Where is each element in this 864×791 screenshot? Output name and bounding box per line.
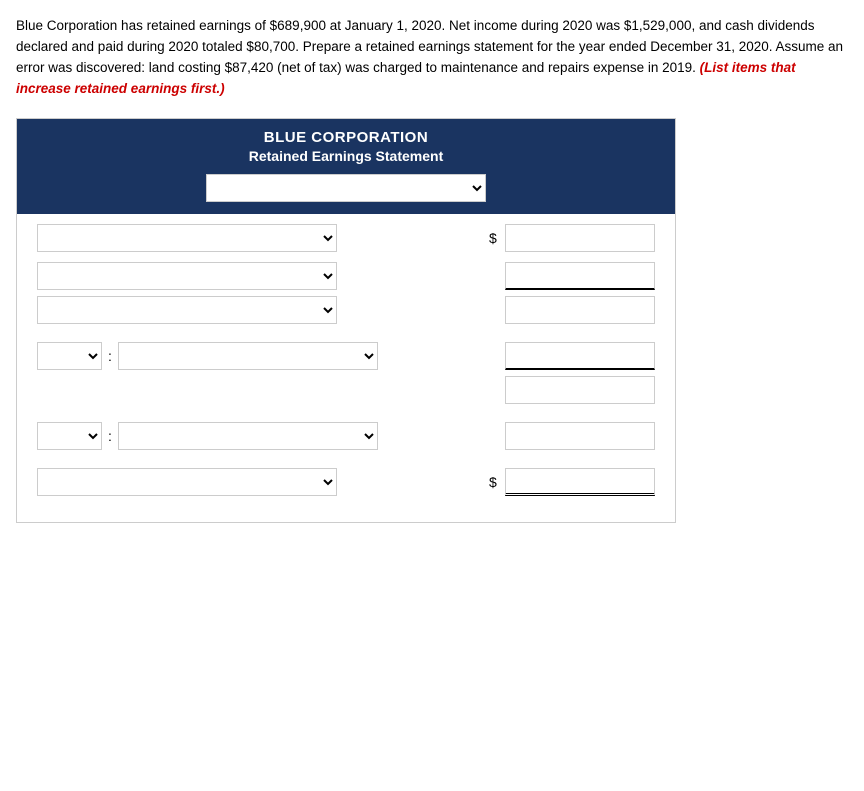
row7-dollar: $: [489, 474, 501, 490]
row2-right: $: [489, 262, 655, 290]
row6-wide-select[interactable]: Prior period adjustment Correction of er…: [118, 422, 378, 450]
row5-input[interactable]: [505, 376, 655, 404]
row2-select[interactable]: Net Income Prior Period Adjustment Divid…: [37, 262, 337, 290]
row2-input[interactable]: [505, 262, 655, 290]
row1-select[interactable]: Retained Earnings, January 1 Net Income …: [37, 224, 337, 252]
form-row-3: Net Income Prior Period Adjustment Divid…: [37, 296, 655, 324]
row6-small-select[interactable]: Add Less: [37, 422, 102, 450]
form-row-2: Net Income Prior Period Adjustment Divid…: [37, 262, 655, 290]
row6-right: $: [489, 422, 655, 450]
row4-input[interactable]: [505, 342, 655, 370]
row1-right: $: [489, 224, 655, 252]
row4-right: $: [489, 342, 655, 370]
row3-input[interactable]: [505, 296, 655, 324]
form-row-5: $: [37, 376, 655, 404]
company-name: BLUE CORPORATION: [17, 129, 675, 146]
row1-input[interactable]: [505, 224, 655, 252]
row1-dollar: $: [489, 230, 501, 246]
form-row-6: Add Less : Prior period adjustment Corre…: [37, 422, 655, 450]
row4-small-select[interactable]: Add Less: [37, 342, 102, 370]
row4-colon: :: [108, 348, 112, 364]
statement-body: Retained Earnings, January 1 Net Income …: [17, 214, 675, 522]
row3-right: $: [489, 296, 655, 324]
row7-select[interactable]: Retained Earnings, December 31 Retained …: [37, 468, 337, 496]
row5-right: $: [489, 376, 655, 404]
form-row-4: Add Less : Prior period adjustment Corre…: [37, 342, 655, 370]
statement-header: BLUE CORPORATION Retained Earnings State…: [17, 119, 675, 214]
statement-title: Retained Earnings Statement: [17, 148, 675, 164]
row7-right: $: [489, 468, 655, 496]
row6-colon: :: [108, 428, 112, 444]
form-row-1: Retained Earnings, January 1 Net Income …: [37, 224, 655, 252]
row3-select[interactable]: Net Income Prior Period Adjustment Divid…: [37, 296, 337, 324]
year-dropdown[interactable]: For the Year Ended December 31, 2020 For…: [206, 174, 486, 202]
statement-container: BLUE CORPORATION Retained Earnings State…: [16, 118, 676, 523]
row7-input[interactable]: [505, 468, 655, 496]
form-row-7: Retained Earnings, December 31 Retained …: [37, 468, 655, 496]
intro-paragraph: Blue Corporation has retained earnings o…: [16, 16, 848, 100]
row6-input[interactable]: [505, 422, 655, 450]
row4-wide-select[interactable]: Prior period adjustment Correction of er…: [118, 342, 378, 370]
